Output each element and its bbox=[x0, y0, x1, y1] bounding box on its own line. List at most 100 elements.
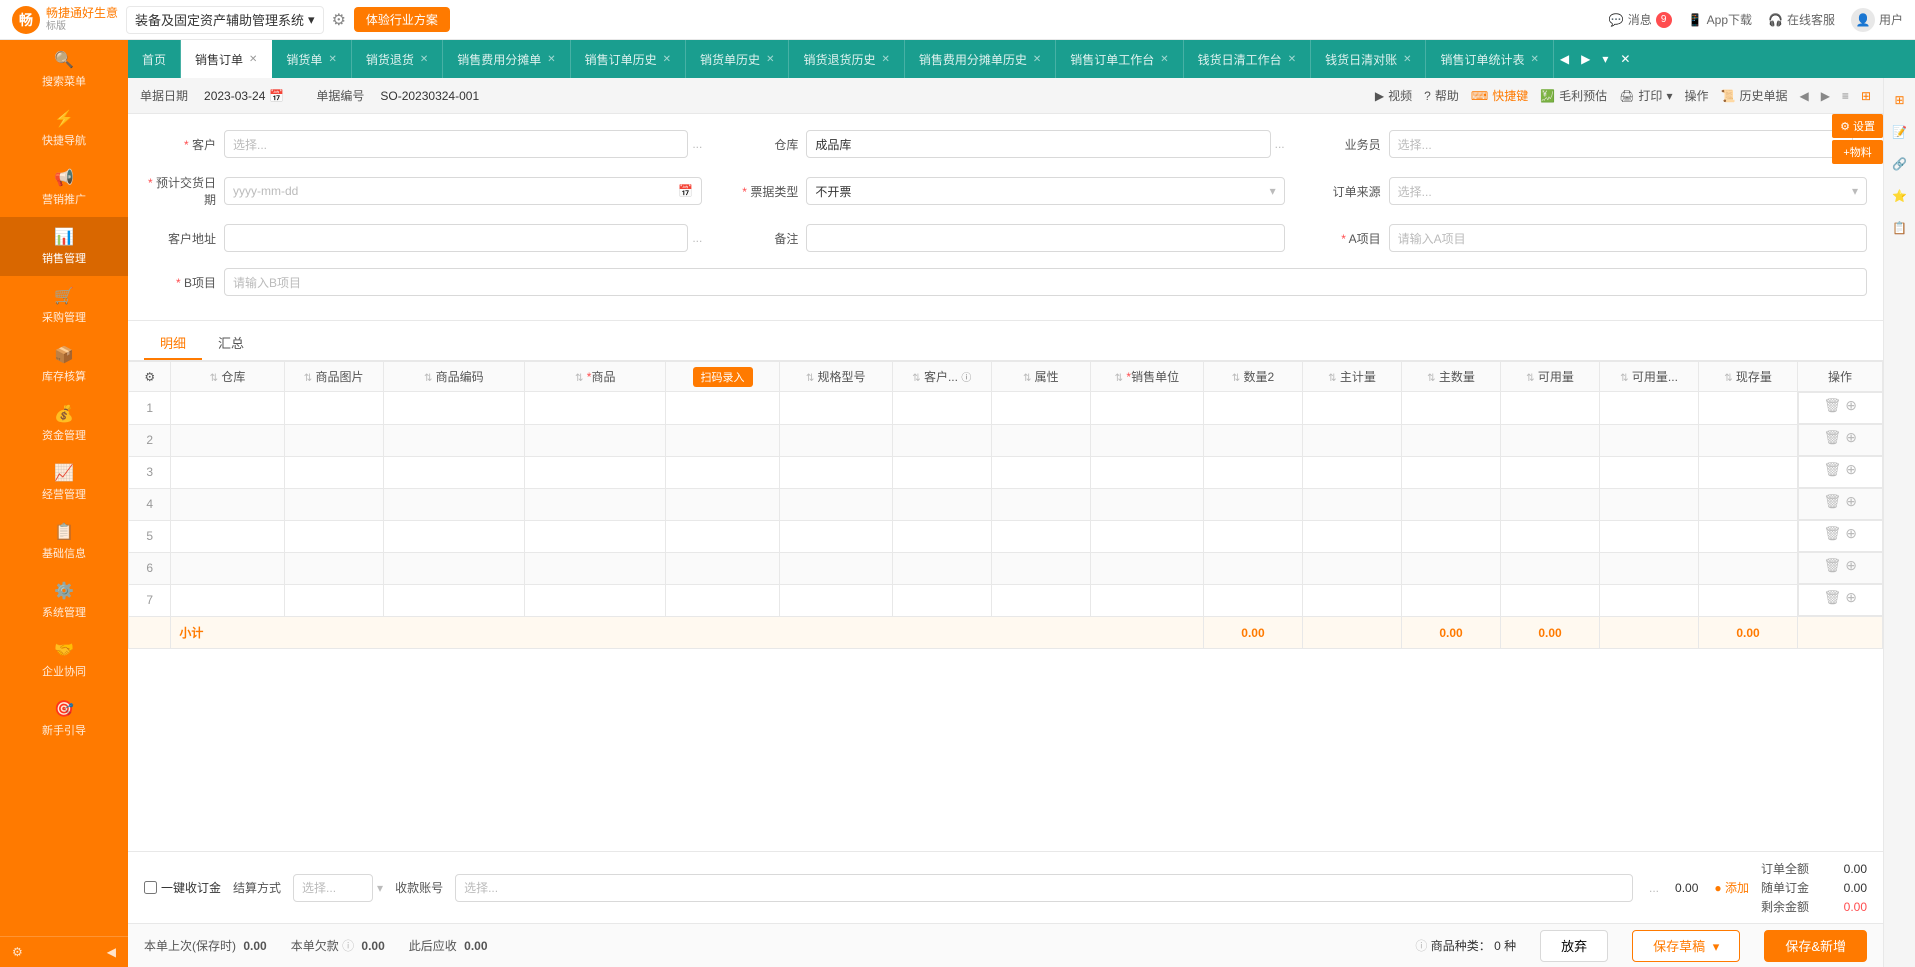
save-new-btn[interactable]: 保存&新增 bbox=[1764, 930, 1867, 962]
scan-input-btn[interactable]: 扫码录入 bbox=[693, 367, 753, 387]
tab-close-icon[interactable]: ✕ bbox=[328, 54, 336, 65]
order-source-select[interactable]: 选择... ▾ bbox=[1389, 177, 1867, 205]
tab-close-icon[interactable]: ✕ bbox=[420, 54, 428, 65]
row-1-warehouse[interactable] bbox=[171, 392, 284, 425]
copy-icon[interactable]: ⊕ bbox=[1845, 397, 1857, 419]
col-spec-header[interactable]: ⇅ 规格型号 bbox=[779, 362, 892, 392]
operate-btn[interactable]: 操作 bbox=[1684, 87, 1708, 104]
tab-home[interactable]: 首页 bbox=[128, 40, 181, 78]
app-download-btn[interactable]: 📱 App下载 bbox=[1688, 11, 1752, 28]
invoice-type-select[interactable]: 不开票 ▾ bbox=[806, 177, 1284, 205]
address-more-btn[interactable]: ... bbox=[692, 231, 702, 245]
print-btn[interactable]: 🖨 打印 ▾ bbox=[1619, 87, 1672, 104]
tab-close-icon[interactable]: ✕ bbox=[663, 54, 671, 65]
right-icon-2[interactable]: 📝 bbox=[1886, 118, 1914, 146]
col-main-unit-header[interactable]: ⇅ 主计量 bbox=[1302, 362, 1401, 392]
delete-icon[interactable]: 🗑 bbox=[1824, 589, 1842, 611]
tab-detail[interactable]: 明细 bbox=[144, 327, 202, 360]
tab-daily-workbench[interactable]: 钱货日清工作台 ✕ bbox=[1184, 40, 1311, 78]
row-1-current-stock[interactable] bbox=[1699, 392, 1798, 425]
draft-dropdown-icon[interactable]: ▾ bbox=[1713, 939, 1720, 954]
right-icon-4[interactable]: ⭐ bbox=[1886, 182, 1914, 210]
a-project-input[interactable]: 请输入A项目 bbox=[1389, 224, 1867, 252]
delete-icon[interactable]: 🗑 bbox=[1824, 397, 1842, 419]
row-1-available-qty[interactable] bbox=[1501, 392, 1600, 425]
history-btn[interactable]: 📜 历史单据 bbox=[1720, 87, 1787, 104]
tab-close-icon[interactable]: ✕ bbox=[1531, 54, 1539, 65]
next-record-icon[interactable]: ▶ bbox=[1821, 89, 1830, 103]
grid-view-icon[interactable]: ⊞ bbox=[1861, 89, 1871, 103]
list-view-icon[interactable]: ≡ bbox=[1842, 89, 1849, 103]
row-1-qty2[interactable] bbox=[1203, 392, 1302, 425]
warehouse-input[interactable]: 成品库 bbox=[806, 130, 1270, 158]
add-product-btn[interactable]: +物料 bbox=[1832, 140, 1883, 164]
row-1-sales-unit[interactable] bbox=[1090, 392, 1203, 425]
customer-address-input[interactable] bbox=[224, 224, 688, 252]
row-1-product-code[interactable] bbox=[383, 392, 524, 425]
copy-icon[interactable]: ⊕ bbox=[1845, 525, 1857, 547]
row-1-product[interactable] bbox=[525, 392, 666, 425]
sidebar-item-marketing[interactable]: 📢 营销推广 bbox=[0, 158, 128, 217]
col-sales-unit-header[interactable]: ⇅ *销售单位 bbox=[1090, 362, 1203, 392]
sidebar-collapse-icon[interactable]: ◀ bbox=[107, 945, 116, 959]
settings-panel-btn[interactable]: ⚙ 设置 bbox=[1832, 114, 1883, 138]
copy-icon[interactable]: ⊕ bbox=[1845, 461, 1857, 483]
row-1-product-img[interactable] bbox=[284, 392, 383, 425]
tab-more-btn[interactable]: ▾ bbox=[1596, 52, 1614, 66]
sidebar-item-finance[interactable]: 💰 资金管理 bbox=[0, 394, 128, 453]
col-customer-code-header[interactable]: ⇅ 客户... ⓘ bbox=[892, 362, 991, 392]
add-payment-btn[interactable]: ● 添加 bbox=[1714, 879, 1749, 896]
col-current-stock-header[interactable]: ⇅ 现存量 bbox=[1699, 362, 1798, 392]
tab-close-icon[interactable]: ✕ bbox=[1033, 54, 1041, 65]
tab-sales-stats[interactable]: 销售订单统计表 ✕ bbox=[1426, 40, 1553, 78]
col-qty2-header[interactable]: ⇅ 数量2 bbox=[1203, 362, 1302, 392]
message-btn[interactable]: 💬 消息 9 bbox=[1609, 11, 1672, 28]
industry-btn[interactable]: 体验行业方案 bbox=[354, 7, 450, 32]
row-1-main-qty[interactable] bbox=[1402, 392, 1501, 425]
copy-icon[interactable]: ⊕ bbox=[1845, 589, 1857, 611]
delivery-date-input[interactable]: yyyy-mm-dd 📅 bbox=[224, 177, 702, 205]
delete-icon[interactable]: 🗑 bbox=[1824, 429, 1842, 451]
row-1-customer-code[interactable] bbox=[892, 392, 991, 425]
warehouse-more-btn[interactable]: ... bbox=[1275, 137, 1285, 151]
col-product-header[interactable]: ⇅ *商品 bbox=[525, 362, 666, 392]
tab-sales-order-history[interactable]: 销售订单历史 ✕ bbox=[571, 40, 686, 78]
sidebar-item-inventory[interactable]: 📦 库存核算 bbox=[0, 335, 128, 394]
prev-record-icon[interactable]: ◀ bbox=[1799, 89, 1808, 103]
row-1-attributes[interactable] bbox=[991, 392, 1090, 425]
right-icon-3[interactable]: 🔗 bbox=[1886, 150, 1914, 178]
account-more-btn[interactable]: ... bbox=[1649, 881, 1659, 895]
staff-input[interactable]: 选择... bbox=[1389, 130, 1853, 158]
tab-sales-order[interactable]: 销售订单 ✕ bbox=[181, 40, 272, 78]
tab-close-icon[interactable]: ✕ bbox=[1288, 54, 1296, 65]
row-1-main-unit[interactable] bbox=[1302, 392, 1401, 425]
tab-prev-btn[interactable]: ◀ bbox=[1554, 52, 1575, 66]
profit-btn[interactable]: 💹 毛利预估 bbox=[1540, 87, 1607, 104]
right-icon-1[interactable]: ⊞ bbox=[1886, 86, 1914, 114]
account-select[interactable]: 选择... bbox=[455, 874, 1633, 902]
auto-checkout-checkbox[interactable]: 一键收订金 bbox=[144, 879, 221, 896]
save-draft-btn[interactable]: 保存草稿 ▾ bbox=[1632, 930, 1740, 962]
sidebar-item-quick-nav[interactable]: ⚡ 快捷导航 bbox=[0, 99, 128, 158]
delete-icon[interactable]: 🗑 bbox=[1824, 493, 1842, 515]
checkout-method-field[interactable]: 选择... ▾ bbox=[293, 874, 383, 902]
video-btn[interactable]: ▶ 视频 bbox=[1375, 87, 1412, 104]
delete-icon[interactable]: 🗑 bbox=[1824, 461, 1842, 483]
copy-icon[interactable]: ⊕ bbox=[1845, 429, 1857, 451]
user-avatar[interactable]: 👤 用户 bbox=[1851, 8, 1903, 32]
copy-icon[interactable]: ⊕ bbox=[1845, 557, 1857, 579]
sidebar-item-ops-mgmt[interactable]: 📈 经营管理 bbox=[0, 453, 128, 512]
tab-close-icon[interactable]: ✕ bbox=[1403, 54, 1411, 65]
sidebar-settings-icon[interactable]: ⚙ bbox=[12, 945, 23, 959]
date-field[interactable]: 2023-03-24 📅 bbox=[204, 89, 284, 103]
col-available-qty2-header[interactable]: ⇅ 可用量... bbox=[1600, 362, 1699, 392]
row-1-spec[interactable] bbox=[779, 392, 892, 425]
col-attributes-header[interactable]: ⇅ 属性 bbox=[991, 362, 1090, 392]
tab-daily-reconcile[interactable]: 钱货日清对账 ✕ bbox=[1311, 40, 1426, 78]
remark-input[interactable] bbox=[806, 224, 1284, 252]
tab-sales-workbench[interactable]: 销售订单工作台 ✕ bbox=[1056, 40, 1183, 78]
tab-invoice-history[interactable]: 销货单历史 ✕ bbox=[686, 40, 789, 78]
checkout-method-select[interactable]: 选择... bbox=[293, 874, 373, 902]
delete-icon[interactable]: 🗑 bbox=[1824, 525, 1842, 547]
sidebar-item-base-info[interactable]: 📋 基础信息 bbox=[0, 512, 128, 571]
